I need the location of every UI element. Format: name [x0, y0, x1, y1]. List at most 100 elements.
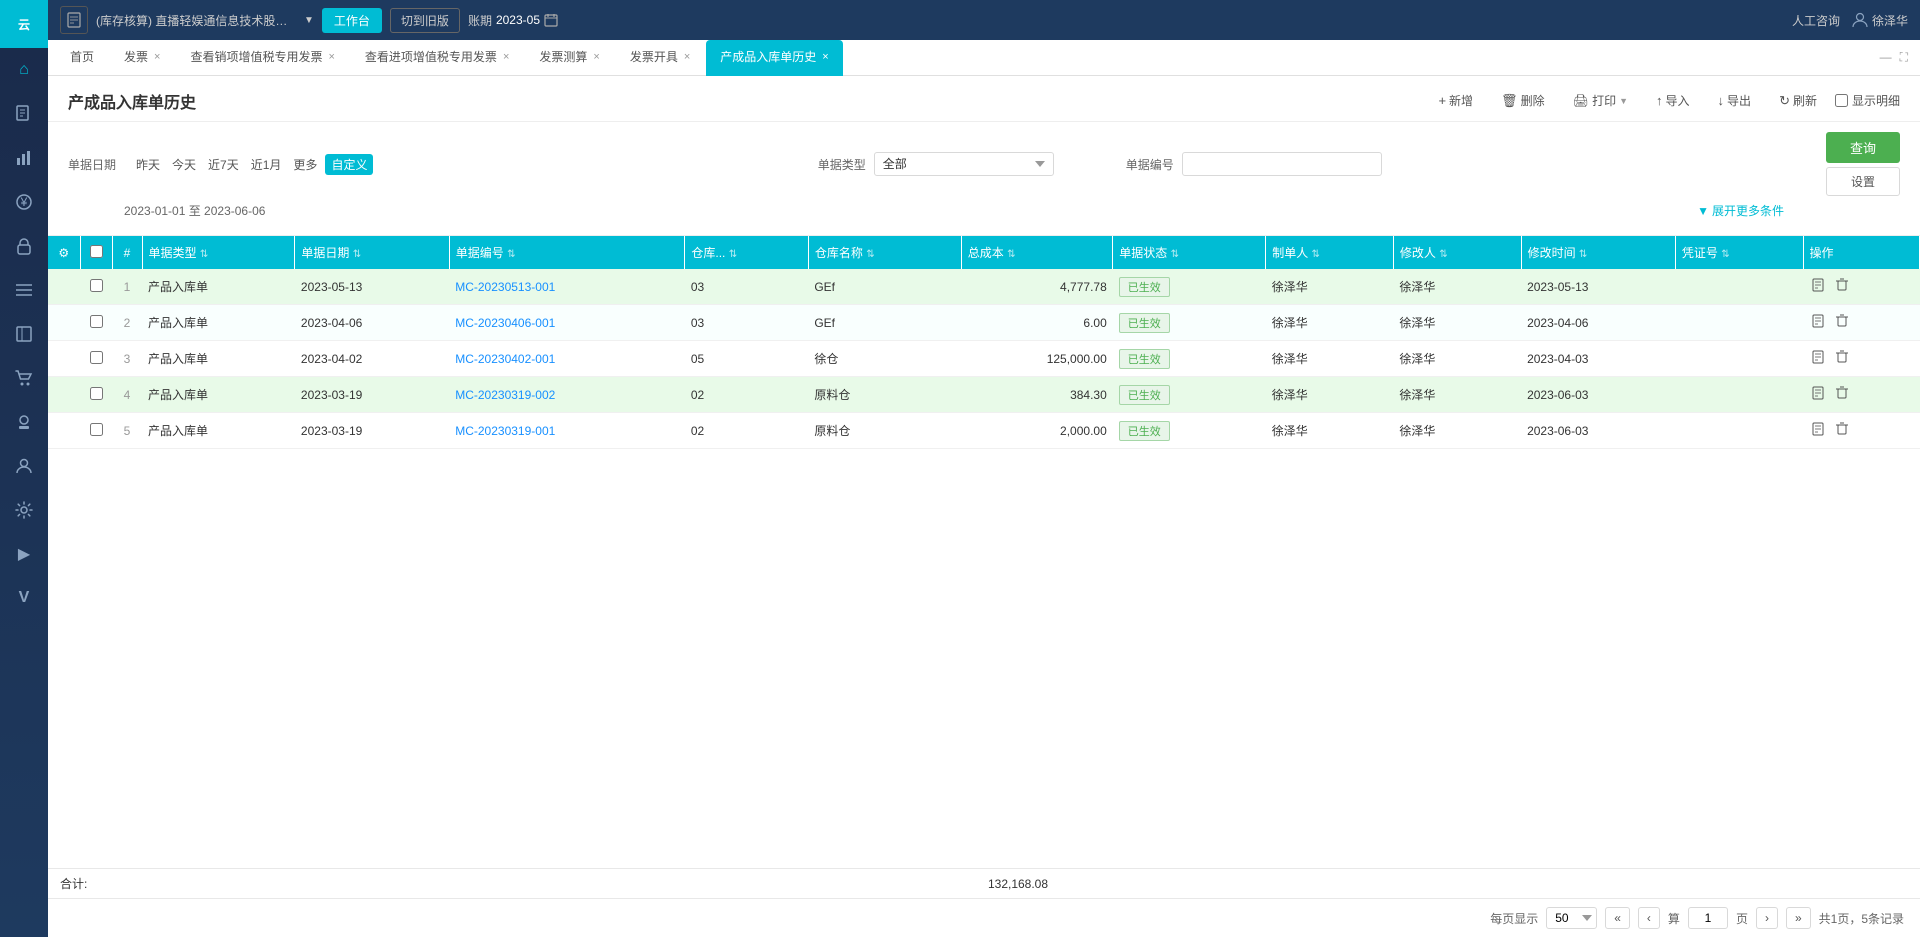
- date-7days[interactable]: 近7天: [204, 154, 243, 175]
- date-custom[interactable]: 自定义: [325, 154, 373, 175]
- edit-btn[interactable]: [1809, 384, 1829, 405]
- calendar-icon[interactable]: [544, 13, 558, 27]
- number-link[interactable]: MC-20230319-002: [455, 388, 555, 402]
- tab-sales-vat[interactable]: 查看销项增值税专用发票 ×: [176, 40, 348, 76]
- edit-btn[interactable]: [1809, 312, 1829, 333]
- col-type[interactable]: 单据类型 ⇅: [142, 236, 295, 269]
- row-checkbox[interactable]: [90, 423, 103, 436]
- delete-row-btn[interactable]: [1832, 348, 1852, 369]
- date-1month[interactable]: 近1月: [247, 154, 286, 175]
- maximize-icon[interactable]: ⛶: [1900, 50, 1908, 65]
- cell-number[interactable]: MC-20230319-001: [449, 413, 685, 449]
- cell-checkbox[interactable]: [80, 341, 112, 377]
- row-checkbox[interactable]: [90, 387, 103, 400]
- switch-version-button[interactable]: 切到旧版: [390, 8, 460, 33]
- number-link[interactable]: MC-20230406-001: [455, 316, 555, 330]
- cell-number[interactable]: MC-20230319-002: [449, 377, 685, 413]
- show-detail-checkbox-label[interactable]: 显示明细: [1835, 92, 1900, 109]
- tab-close-purchase-vat[interactable]: ×: [503, 51, 509, 63]
- row-checkbox[interactable]: [90, 315, 103, 328]
- tab-close-invoice-calc[interactable]: ×: [593, 51, 599, 63]
- tab-home[interactable]: 首页: [56, 40, 108, 76]
- edit-btn[interactable]: [1809, 276, 1829, 297]
- col-creator[interactable]: 制单人 ⇅: [1266, 236, 1394, 269]
- tab-invoice[interactable]: 发票 ×: [110, 40, 174, 76]
- type-filter-select[interactable]: 全部 产品入库单: [874, 152, 1054, 176]
- sidebar-item-money[interactable]: ¥: [0, 180, 48, 224]
- number-link[interactable]: MC-20230319-001: [455, 424, 555, 438]
- number-link[interactable]: MC-20230513-001: [455, 280, 555, 294]
- cell-number[interactable]: MC-20230402-001: [449, 341, 685, 377]
- edit-btn[interactable]: [1809, 348, 1829, 369]
- row-checkbox[interactable]: [90, 279, 103, 292]
- col-date[interactable]: 单据日期 ⇅: [295, 236, 449, 269]
- sidebar-item-cart[interactable]: [0, 356, 48, 400]
- print-dropdown-icon[interactable]: ▼: [1619, 96, 1628, 106]
- refresh-button[interactable]: ↻ 刷新: [1769, 88, 1827, 113]
- col-modifier[interactable]: 修改人 ⇅: [1393, 236, 1521, 269]
- show-detail-checkbox[interactable]: [1835, 94, 1848, 107]
- col-modify-time[interactable]: 修改时间 ⇅: [1521, 236, 1675, 269]
- next-page-btn[interactable]: ›: [1756, 907, 1778, 929]
- query-button[interactable]: 查询: [1826, 132, 1900, 163]
- col-status[interactable]: 单据状态 ⇅: [1113, 236, 1266, 269]
- set-button[interactable]: 设置: [1826, 167, 1900, 196]
- delete-row-btn[interactable]: [1832, 276, 1852, 297]
- row-checkbox[interactable]: [90, 351, 103, 364]
- delete-row-btn[interactable]: [1832, 384, 1852, 405]
- tab-close-sales-vat[interactable]: ×: [328, 51, 334, 63]
- workspace-button[interactable]: 工作台: [322, 8, 382, 33]
- tab-invoice-open[interactable]: 发票开具 ×: [616, 40, 704, 76]
- sidebar-item-stamp[interactable]: [0, 400, 48, 444]
- prev-page-btn[interactable]: ‹: [1638, 907, 1660, 929]
- sidebar-item-list[interactable]: [0, 268, 48, 312]
- export-button[interactable]: ↓ 导出: [1708, 88, 1762, 113]
- cell-number[interactable]: MC-20230513-001: [449, 269, 685, 305]
- delete-row-btn[interactable]: [1832, 312, 1852, 333]
- per-page-select[interactable]: 50 20 100: [1546, 907, 1597, 929]
- col-total-cost[interactable]: 总成本 ⇅: [961, 236, 1113, 269]
- delete-row-btn[interactable]: [1832, 420, 1852, 441]
- tab-product-history[interactable]: 产成品入库单历史 ×: [706, 40, 842, 76]
- col-checkbox[interactable]: [80, 236, 112, 269]
- last-page-btn[interactable]: »: [1786, 907, 1811, 929]
- page-input[interactable]: [1688, 907, 1728, 929]
- col-settings[interactable]: ⚙: [48, 236, 80, 269]
- sidebar-item-play[interactable]: ▶: [0, 532, 48, 576]
- tab-close-product-history[interactable]: ×: [822, 51, 828, 63]
- sidebar-item-lock[interactable]: [0, 224, 48, 268]
- help-btn[interactable]: 人工咨询: [1792, 12, 1840, 29]
- sidebar-item-v[interactable]: V: [0, 576, 48, 620]
- date-today[interactable]: 今天: [168, 154, 200, 175]
- sidebar-item-docs[interactable]: [0, 92, 48, 136]
- number-filter-input[interactable]: [1182, 152, 1382, 176]
- cell-checkbox[interactable]: [80, 269, 112, 305]
- cell-checkbox[interactable]: [80, 413, 112, 449]
- print-button[interactable]: 🖨 打印 ▼: [1563, 88, 1638, 113]
- cell-checkbox[interactable]: [80, 377, 112, 413]
- date-more[interactable]: 更多: [289, 154, 321, 175]
- import-button[interactable]: ↑ 导入: [1646, 88, 1700, 113]
- col-number[interactable]: 单据编号 ⇅: [449, 236, 685, 269]
- col-warehouse-code[interactable]: 仓库... ⇅: [685, 236, 808, 269]
- new-button[interactable]: + 新增: [1428, 88, 1483, 113]
- edit-btn[interactable]: [1809, 420, 1829, 441]
- sidebar-item-users[interactable]: [0, 444, 48, 488]
- number-link[interactable]: MC-20230402-001: [455, 352, 555, 366]
- company-dropdown-icon[interactable]: ▼: [304, 15, 314, 26]
- tab-invoice-calc[interactable]: 发票测算 ×: [525, 40, 613, 76]
- tab-close-invoice-open[interactable]: ×: [684, 51, 690, 63]
- tab-purchase-vat[interactable]: 查看进项增值税专用发票 ×: [351, 40, 523, 76]
- col-voucher[interactable]: 凭证号 ⇅: [1675, 236, 1803, 269]
- select-all-checkbox[interactable]: [90, 245, 103, 258]
- col-warehouse-name[interactable]: 仓库名称 ⇅: [808, 236, 961, 269]
- cell-checkbox[interactable]: [80, 305, 112, 341]
- delete-button[interactable]: 🗑 删除: [1491, 88, 1555, 113]
- sidebar-item-chart[interactable]: [0, 136, 48, 180]
- sidebar-item-book[interactable]: [0, 312, 48, 356]
- cell-number[interactable]: MC-20230406-001: [449, 305, 685, 341]
- sidebar-item-home[interactable]: ⌂: [0, 48, 48, 92]
- date-yesterday[interactable]: 昨天: [132, 154, 164, 175]
- expand-conditions-btn[interactable]: ▼ 展开更多条件: [1697, 202, 1784, 219]
- sidebar-item-gear[interactable]: [0, 488, 48, 532]
